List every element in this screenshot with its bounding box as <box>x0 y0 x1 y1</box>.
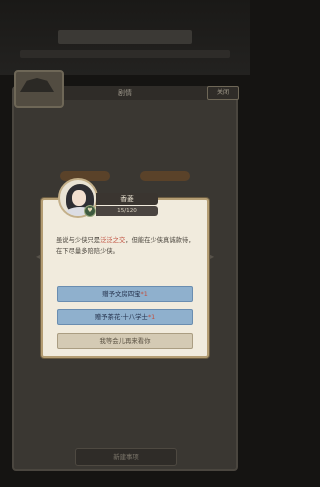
choice-count: *1 <box>140 290 148 298</box>
dialog-text: 虽说与少侠只是泛泛之交，但能在少侠真诚款待，在下尽量多陪陪少侠。 <box>56 236 196 257</box>
choice-leave-button[interactable]: 我等会儿再来看你 <box>57 333 193 349</box>
favor-heart-icon: ♥ <box>84 205 96 217</box>
close-button[interactable]: 关闭 <box>207 86 239 100</box>
favor-value: 15/120 <box>96 206 158 216</box>
tab-right[interactable] <box>140 171 190 181</box>
choice-gift-stationery-button[interactable]: 赠予文房四宝*1 <box>57 286 193 302</box>
npc-name: 香菱 <box>96 193 158 205</box>
choice-label: 赠予茶花·十八学士 <box>94 313 148 321</box>
top-info-bar <box>20 50 230 58</box>
choice-label: 赠予文房四宝 <box>102 290 141 298</box>
top-header-title <box>58 30 192 44</box>
bottom-action-button[interactable]: 新建事项 <box>75 448 177 466</box>
dialog-text-part: 虽说与少侠只是 <box>56 237 101 244</box>
choice-gift-camellia-button[interactable]: 赠予茶花·十八学士*1 <box>57 309 193 325</box>
avatar-face <box>72 190 86 206</box>
choice-label: 我等会儿再来看你 <box>99 337 151 345</box>
choice-count: *1 <box>147 313 156 321</box>
dialog-text-highlight: 泛泛之交 <box>100 237 126 244</box>
